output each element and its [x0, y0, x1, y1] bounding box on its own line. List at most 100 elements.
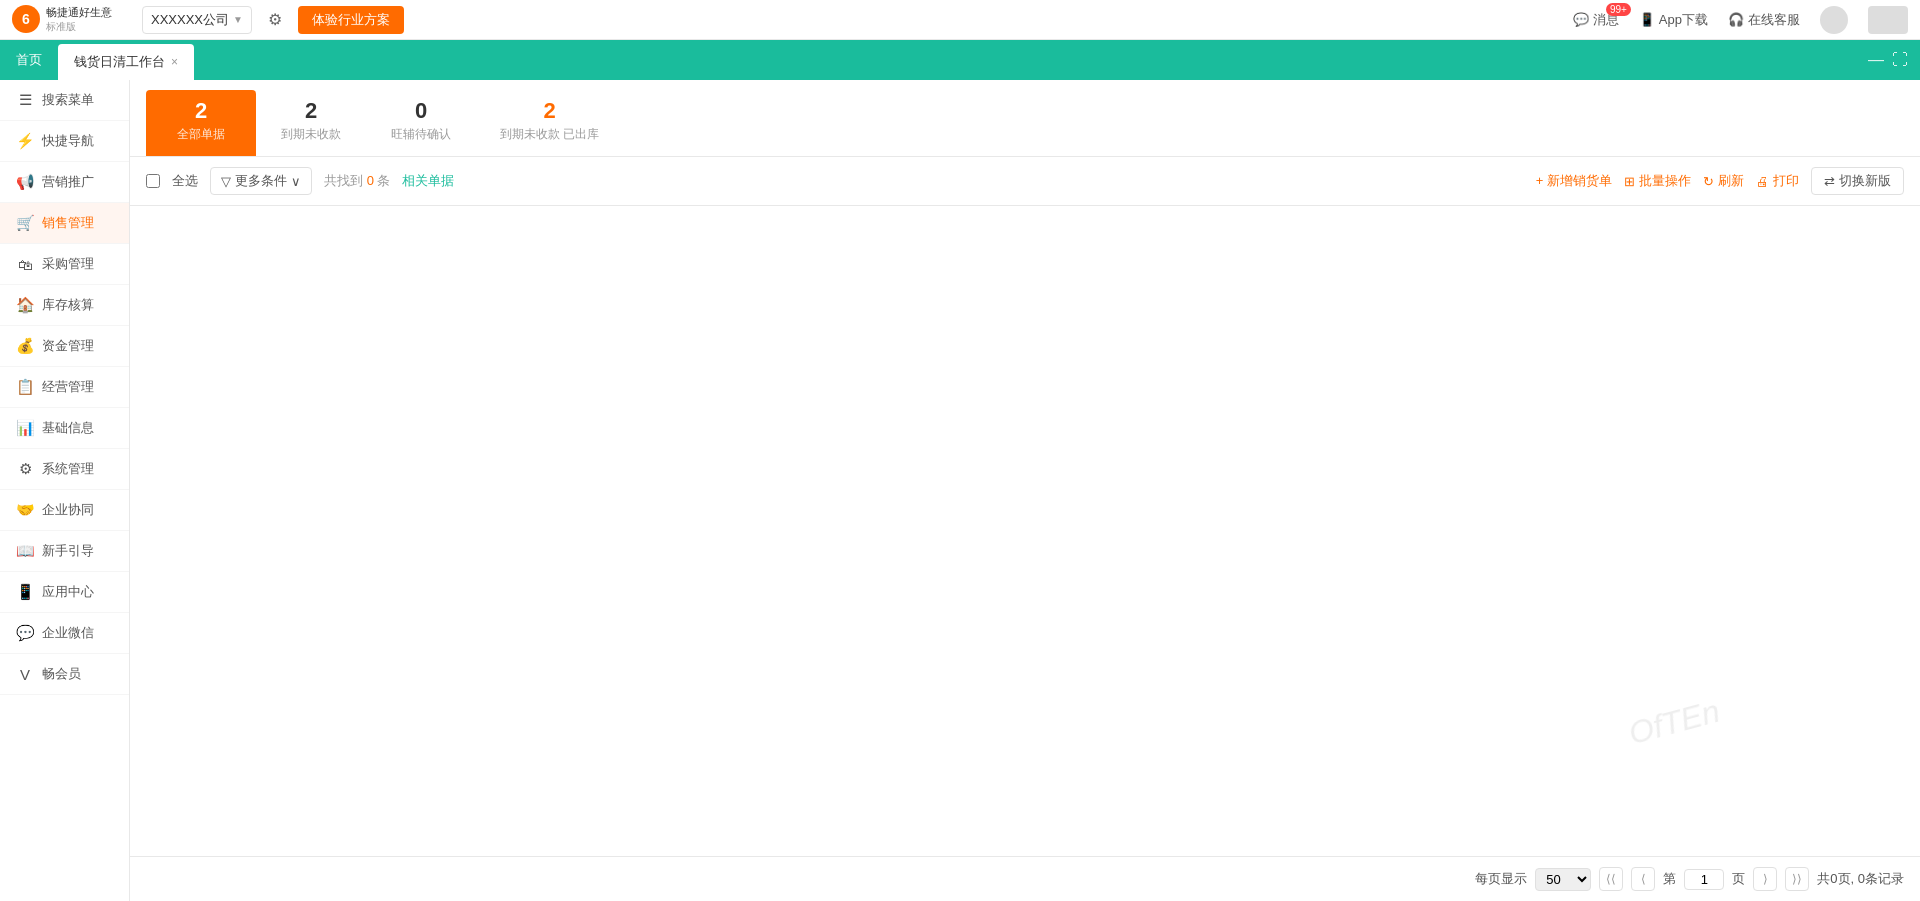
notification-button[interactable]: 💬 消息 99+: [1573, 11, 1619, 29]
stat-tab-overdue[interactable]: 2 到期未收款: [256, 90, 366, 156]
tab-qhrc[interactable]: 钱货日清工作台 ×: [58, 44, 194, 80]
page-first-button[interactable]: ⟨⟨: [1599, 867, 1623, 891]
notification-icon: 💬: [1573, 12, 1589, 27]
page-size-select[interactable]: 50 20 100: [1535, 868, 1591, 891]
stat-label-overdue: 到期未收款: [281, 126, 341, 143]
filter-icon: ▽: [221, 174, 231, 189]
refresh-icon: ↻: [1703, 174, 1714, 189]
batch-icon: ⊞: [1624, 174, 1635, 189]
select-all-checkbox[interactable]: [146, 174, 160, 188]
sidebar-item-search[interactable]: ☰ 搜索菜单: [0, 80, 129, 121]
experience-button[interactable]: 体验行业方案: [298, 6, 404, 34]
sidebar-item-finance-label: 资金管理: [42, 337, 94, 355]
sidebar-item-finance[interactable]: 💰 资金管理: [0, 326, 129, 367]
operations-icon: 📋: [16, 378, 34, 396]
stat-num-shipped: 2: [544, 98, 556, 124]
sidebar-item-appcenter[interactable]: 📱 应用中心: [0, 572, 129, 613]
sidebar-item-guide[interactable]: 📖 新手引导: [0, 531, 129, 572]
appcenter-icon: 📱: [16, 583, 34, 601]
sidebar-item-enterprise-label: 企业协同: [42, 501, 94, 519]
tab-home[interactable]: 首页: [0, 40, 58, 80]
marketing-icon: 📢: [16, 173, 34, 191]
stat-label-shipped: 到期未收款 已出库: [500, 126, 599, 143]
avatar[interactable]: [1820, 6, 1848, 34]
page-next-button[interactable]: ⟩: [1753, 867, 1777, 891]
purchase-icon: 🛍: [16, 256, 34, 273]
select-all-label: 全选: [172, 172, 198, 190]
sidebar-item-marketing[interactable]: 📢 营销推广: [0, 162, 129, 203]
found-text: 共找到 0 条: [324, 172, 390, 190]
stat-label-wangfu: 旺辅待确认: [391, 126, 451, 143]
sidebar-item-wechat-label: 企业微信: [42, 624, 94, 642]
stat-tab-wangfu[interactable]: 0 旺辅待确认: [366, 90, 476, 156]
sidebar-item-inventory[interactable]: 🏠 库存核算: [0, 285, 129, 326]
sidebar-item-operations-label: 经营管理: [42, 378, 94, 396]
top-bar: 6 畅捷通好生意 标准版 XXXXXX公司 ▼ ⚙ 体验行业方案 💬 消息 99…: [0, 0, 1920, 40]
sidebar-item-quicknav[interactable]: ⚡ 快捷导航: [0, 121, 129, 162]
app-download-button[interactable]: 📱 App下载: [1639, 11, 1708, 29]
stat-tab-shipped[interactable]: 2 到期未收款 已出库: [476, 90, 623, 156]
page-input[interactable]: [1684, 869, 1724, 890]
total-info: 共0页, 0条记录: [1817, 870, 1904, 888]
print-button[interactable]: 🖨 打印: [1756, 172, 1799, 190]
filter-button[interactable]: ▽ 更多条件 ∨: [210, 167, 312, 195]
page-prev-button[interactable]: ⟨: [1631, 867, 1655, 891]
inventory-icon: 🏠: [16, 296, 34, 314]
filter-label: 更多条件: [235, 172, 287, 190]
switch-version-button[interactable]: ⇄ 切换新版: [1811, 167, 1904, 195]
app-download-icon: 📱: [1639, 12, 1655, 27]
sidebar-item-basicinfo[interactable]: 📊 基础信息: [0, 408, 129, 449]
sales-icon: 🛒: [16, 214, 34, 232]
logo-text: 畅捷通好生意: [46, 5, 112, 19]
add-sale-button[interactable]: + 新增销货单: [1536, 172, 1612, 190]
tab-bar-actions: — ⛶: [1868, 40, 1920, 80]
sidebar-item-operations[interactable]: 📋 经营管理: [0, 367, 129, 408]
refresh-button[interactable]: ↻ 刷新: [1703, 172, 1744, 190]
settings-button[interactable]: ⚙: [260, 5, 290, 35]
company-selector[interactable]: XXXXXX公司 ▼: [142, 6, 252, 34]
found-count: 0: [367, 173, 374, 188]
tab-home-label: 首页: [16, 51, 42, 69]
basicinfo-icon: 📊: [16, 419, 34, 437]
wechat-icon: 💬: [16, 624, 34, 642]
sidebar-item-sales[interactable]: 🛒 销售管理: [0, 203, 129, 244]
page-label: 第: [1663, 870, 1676, 888]
stat-num-all: 2: [195, 98, 207, 124]
sidebar-item-member[interactable]: V 畅会员: [0, 654, 129, 695]
finance-icon: 💰: [16, 337, 34, 355]
sidebar-item-system[interactable]: ⚙ 系统管理: [0, 449, 129, 490]
related-link[interactable]: 相关单据: [402, 172, 454, 190]
switch-icon: ⇄: [1824, 174, 1835, 189]
tab-qhrc-label: 钱货日清工作台: [74, 53, 165, 71]
tab-close-icon[interactable]: ×: [171, 55, 178, 69]
sidebar-item-enterprise[interactable]: 🤝 企业协同: [0, 490, 129, 531]
batch-button[interactable]: ⊞ 批量操作: [1624, 172, 1691, 190]
pagination: 每页显示 50 20 100 ⟨⟨ ⟨ 第 页 ⟩ ⟩⟩ 共0页, 0条记录: [130, 856, 1920, 901]
sidebar-item-purchase-label: 采购管理: [42, 255, 94, 273]
sidebar-item-search-label: 搜索菜单: [42, 91, 94, 109]
online-service-button[interactable]: 🎧 在线客服: [1728, 11, 1800, 29]
sidebar-item-member-label: 畅会员: [42, 665, 81, 683]
stat-label-all: 全部单据: [177, 126, 225, 143]
top-right-area: 💬 消息 99+ 📱 App下载 🎧 在线客服: [1573, 6, 1908, 34]
main-layout: ☰ 搜索菜单 ⚡ 快捷导航 📢 营销推广 🛒 销售管理 🛍 采购管理 🏠 库存核…: [0, 80, 1920, 901]
sidebar-item-system-label: 系统管理: [42, 460, 94, 478]
search-menu-icon: ☰: [16, 91, 34, 109]
stat-tab-all[interactable]: 2 全部单据: [146, 90, 256, 156]
system-icon: ⚙: [16, 460, 34, 478]
sidebar-item-sales-label: 销售管理: [42, 214, 94, 232]
logo-area: 6 畅捷通好生意 标准版: [12, 5, 142, 33]
sidebar-item-appcenter-label: 应用中心: [42, 583, 94, 601]
toolbar-right: + 新增销货单 ⊞ 批量操作 ↻ 刷新 🖨 打印 ⇄ 切换新版: [1536, 167, 1904, 195]
tab-maximize-icon[interactable]: ⛶: [1892, 51, 1908, 69]
enterprise-icon: 🤝: [16, 501, 34, 519]
page-last-button[interactable]: ⟩⟩: [1785, 867, 1809, 891]
sidebar-item-purchase[interactable]: 🛍 采购管理: [0, 244, 129, 285]
sidebar-item-wechat[interactable]: 💬 企业微信: [0, 613, 129, 654]
company-dropdown-icon: ▼: [233, 14, 243, 25]
sidebar-item-guide-label: 新手引导: [42, 542, 94, 560]
user-name-area: [1868, 6, 1908, 34]
tab-bar: 首页 钱货日清工作台 × — ⛶: [0, 40, 1920, 80]
company-name: XXXXXX公司: [151, 11, 229, 29]
tab-minimize-icon[interactable]: —: [1868, 51, 1884, 69]
